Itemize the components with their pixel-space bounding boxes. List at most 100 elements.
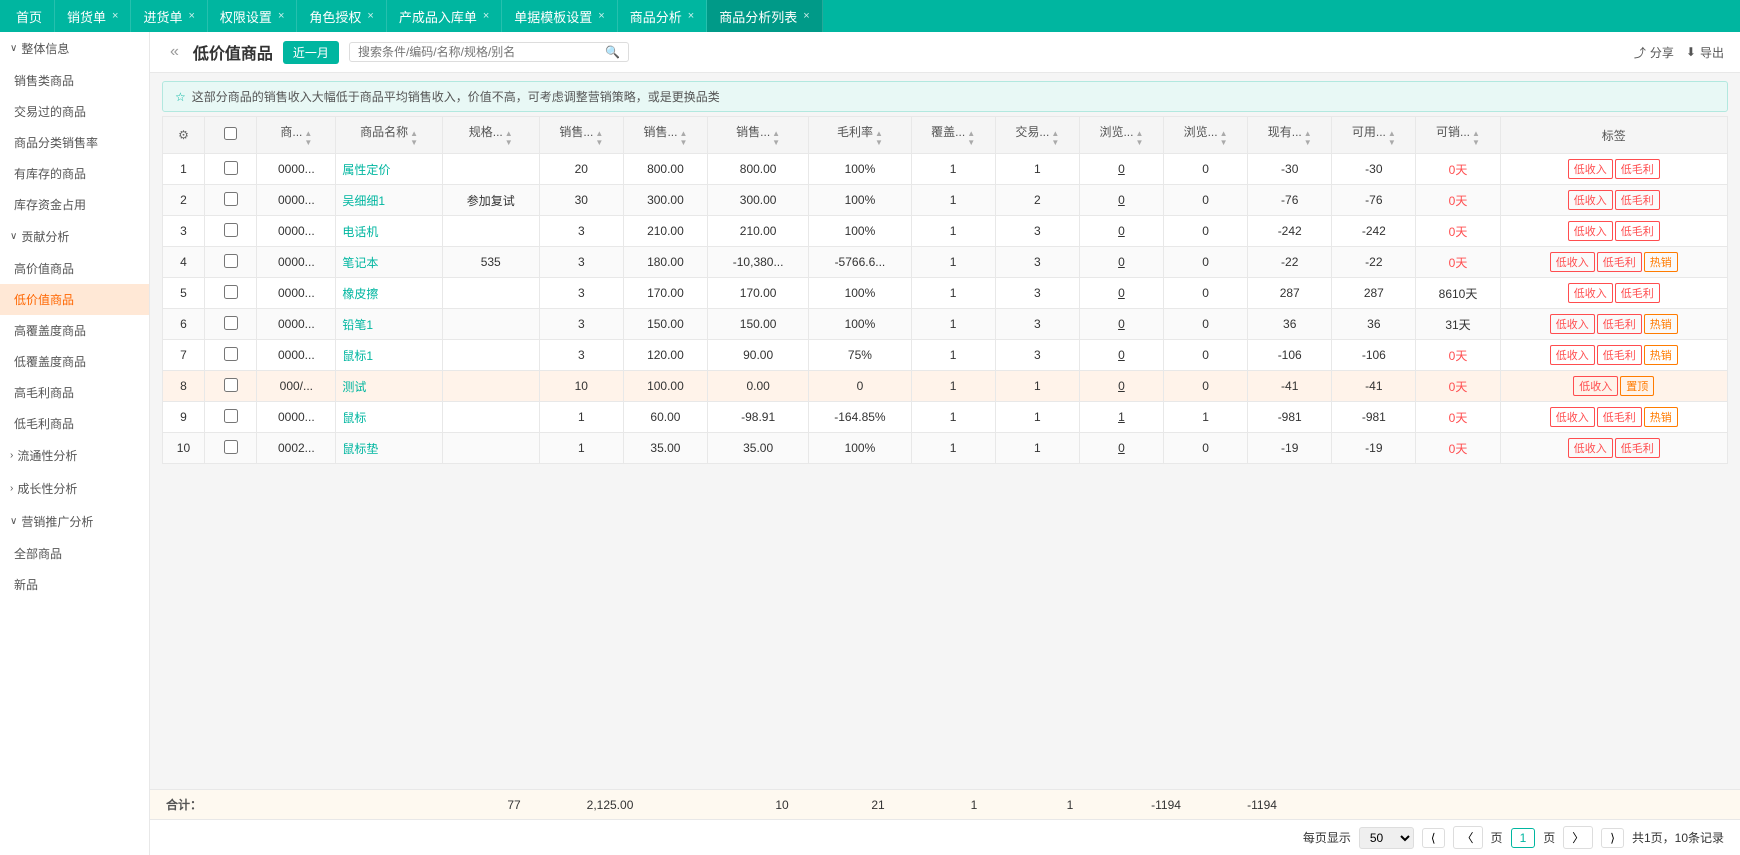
nav-role-auth[interactable]: 角色授权 × <box>297 0 386 32</box>
td-view1[interactable]: 0 <box>1079 278 1163 309</box>
search-icon[interactable]: 🔍 <box>605 45 620 59</box>
sort-icon[interactable]: ▲▼ <box>875 129 883 147</box>
close-icon[interactable]: × <box>598 10 604 22</box>
view-link[interactable]: 1 <box>1118 410 1125 424</box>
nav-sales-order[interactable]: 销货单 × <box>55 0 131 32</box>
view-link[interactable]: 0 <box>1118 379 1125 393</box>
row-checkbox[interactable] <box>221 285 241 299</box>
sidebar-group-marketing[interactable]: ∨ 营销推广分析 <box>0 505 149 538</box>
row-checkbox[interactable] <box>221 254 241 268</box>
nav-purchase-order[interactable]: 进货单 × <box>131 0 207 32</box>
sidebar-item-high-coverage[interactable]: 高覆盖度商品 <box>0 315 149 346</box>
td-name[interactable]: 属性定价 <box>336 154 442 185</box>
td-checkbox[interactable] <box>204 216 256 247</box>
sort-icon[interactable]: ▲▼ <box>304 129 312 147</box>
sidebar-group-growth[interactable]: › 成长性分析 <box>0 472 149 505</box>
view-link[interactable]: 0 <box>1118 162 1125 176</box>
settings-icon[interactable]: ⚙ <box>178 128 189 142</box>
period-button[interactable]: 近一月 <box>283 41 339 64</box>
sidebar-item-low-value[interactable]: 低价值商品 <box>0 284 149 315</box>
per-page-select[interactable]: 50 100 200 <box>1359 827 1414 849</box>
view-link[interactable]: 0 <box>1118 286 1125 300</box>
select-all-checkbox[interactable] <box>224 127 237 140</box>
sort-icon[interactable]: ▲▼ <box>410 129 418 147</box>
view-link[interactable]: 0 <box>1118 348 1125 362</box>
sidebar-item-traded-goods[interactable]: 交易过的商品 <box>0 96 149 127</box>
td-view1[interactable]: 0 <box>1079 247 1163 278</box>
sort-icon[interactable]: ▲▼ <box>679 129 687 147</box>
view-link[interactable]: 0 <box>1118 193 1125 207</box>
sort-icon[interactable]: ▲▼ <box>1051 129 1059 147</box>
th-sellable[interactable]: 可销...▲▼ <box>1416 117 1500 154</box>
sidebar-item-category-rate[interactable]: 商品分类销售率 <box>0 127 149 158</box>
nav-permission[interactable]: 权限设置 × <box>208 0 297 32</box>
row-checkbox[interactable] <box>221 316 241 330</box>
th-settings[interactable]: ⚙ <box>163 117 205 154</box>
row-checkbox[interactable] <box>221 378 241 392</box>
td-name[interactable]: 铅笔1 <box>336 309 442 340</box>
sidebar-item-high-margin[interactable]: 高毛利商品 <box>0 377 149 408</box>
td-checkbox[interactable] <box>204 340 256 371</box>
td-checkbox[interactable] <box>204 309 256 340</box>
share-button[interactable]: ⤴ 分享 <box>1634 44 1674 61</box>
row-checkbox[interactable] <box>221 440 241 454</box>
sidebar-item-all-goods[interactable]: 全部商品 <box>0 538 149 569</box>
nav-home[interactable]: 首页 <box>4 0 55 32</box>
th-trade[interactable]: 交易...▲▼ <box>995 117 1079 154</box>
th-sales-qty[interactable]: 销售...▲▼ <box>539 117 623 154</box>
sidebar-item-sales-goods[interactable]: 销售类商品 <box>0 65 149 96</box>
sidebar-item-new-goods[interactable]: 新品 <box>0 569 149 600</box>
td-name[interactable]: 吴细细1 <box>336 185 442 216</box>
row-checkbox[interactable] <box>221 347 241 361</box>
td-checkbox[interactable] <box>204 154 256 185</box>
td-checkbox[interactable] <box>204 371 256 402</box>
th-name[interactable]: 商品名称▲▼ <box>336 117 442 154</box>
th-coverage[interactable]: 覆盖...▲▼ <box>911 117 995 154</box>
view-link[interactable]: 0 <box>1118 441 1125 455</box>
view-link[interactable]: 0 <box>1118 317 1125 331</box>
th-spec[interactable]: 规格...▲▼ <box>442 117 539 154</box>
sort-icon[interactable]: ▲▼ <box>1304 129 1312 147</box>
sort-icon[interactable]: ▲▼ <box>1220 129 1228 147</box>
collapse-button[interactable]: « <box>166 43 183 61</box>
sidebar-group-circulation[interactable]: › 流通性分析 <box>0 439 149 472</box>
td-name[interactable]: 鼠标垫 <box>336 433 442 464</box>
td-checkbox[interactable] <box>204 185 256 216</box>
td-name[interactable]: 鼠标1 <box>336 340 442 371</box>
sort-icon[interactable]: ▲▼ <box>1388 129 1396 147</box>
close-icon[interactable]: × <box>483 10 489 22</box>
nav-product-inbound[interactable]: 产成品入库单 × <box>387 0 502 32</box>
row-checkbox[interactable] <box>221 409 241 423</box>
sort-icon[interactable]: ▲▼ <box>1135 129 1143 147</box>
th-checkbox[interactable] <box>204 117 256 154</box>
sidebar-item-low-coverage[interactable]: 低覆盖度商品 <box>0 346 149 377</box>
td-checkbox[interactable] <box>204 402 256 433</box>
sidebar-item-stock-goods[interactable]: 有库存的商品 <box>0 158 149 189</box>
view-link[interactable]: 0 <box>1118 224 1125 238</box>
th-view1[interactable]: 浏览...▲▼ <box>1079 117 1163 154</box>
td-checkbox[interactable] <box>204 433 256 464</box>
nav-template[interactable]: 单据模板设置 × <box>502 0 617 32</box>
close-icon[interactable]: × <box>688 10 694 22</box>
td-view1[interactable]: 0 <box>1079 216 1163 247</box>
td-view1[interactable]: 1 <box>1079 402 1163 433</box>
td-view1[interactable]: 0 <box>1079 433 1163 464</box>
search-input[interactable] <box>358 45 601 59</box>
sort-icon[interactable]: ▲▼ <box>772 129 780 147</box>
sidebar-item-high-value[interactable]: 高价值商品 <box>0 253 149 284</box>
close-icon[interactable]: × <box>188 10 194 22</box>
td-name[interactable]: 测试 <box>336 371 442 402</box>
td-name[interactable]: 电话机 <box>336 216 442 247</box>
sort-icon[interactable]: ▲▼ <box>1472 129 1480 147</box>
sidebar-item-stock-capital[interactable]: 库存资金占用 <box>0 189 149 220</box>
row-checkbox[interactable] <box>221 161 241 175</box>
row-checkbox[interactable] <box>221 223 241 237</box>
sort-icon[interactable]: ▲▼ <box>595 129 603 147</box>
close-icon[interactable]: × <box>803 10 809 22</box>
td-name[interactable]: 鼠标 <box>336 402 442 433</box>
close-icon[interactable]: × <box>367 10 373 22</box>
close-icon[interactable]: × <box>112 10 118 22</box>
td-name[interactable]: 笔记本 <box>336 247 442 278</box>
th-view2[interactable]: 浏览...▲▼ <box>1164 117 1248 154</box>
next-page-button[interactable]: 〉 <box>1563 826 1593 849</box>
